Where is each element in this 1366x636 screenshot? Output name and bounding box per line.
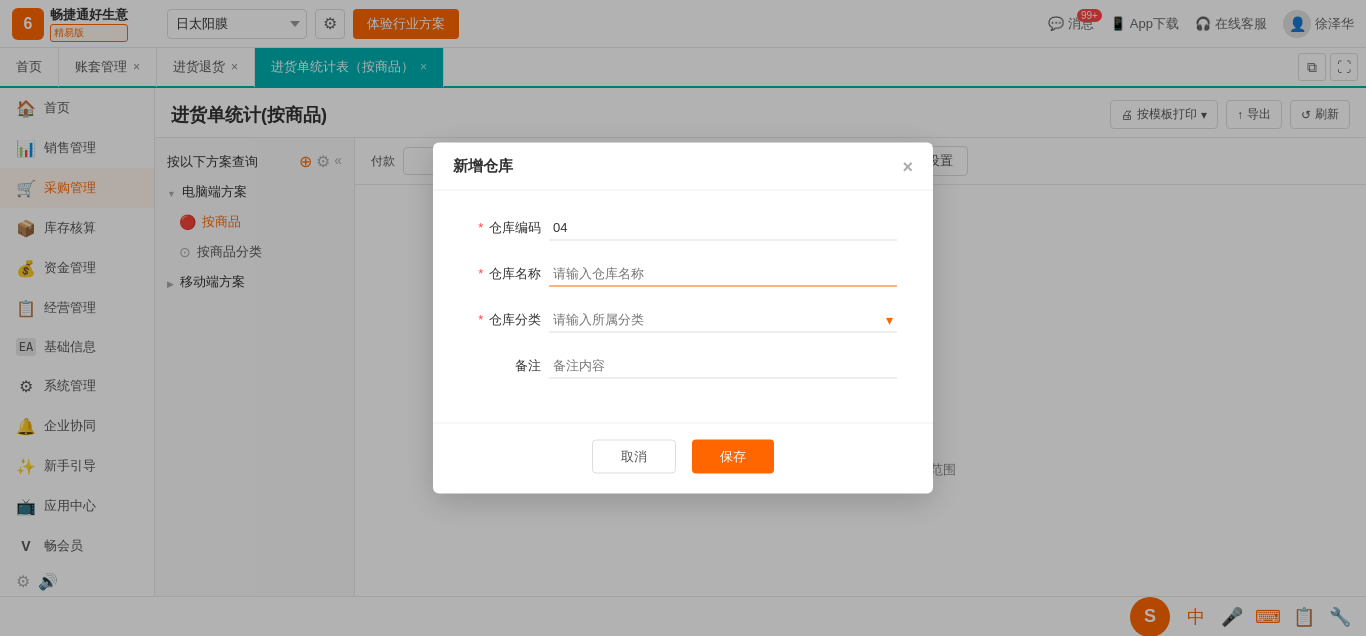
modal-header: 新增仓库 × <box>433 143 933 191</box>
form-row-code: * 仓库编码 <box>469 215 897 241</box>
category-select-wrapper: ▾ <box>549 307 897 333</box>
category-label: * 仓库分类 <box>469 311 549 329</box>
remark-label: 备注 <box>469 357 549 375</box>
code-required-mark: * <box>478 220 483 235</box>
code-label: * 仓库编码 <box>469 219 549 237</box>
category-select-input[interactable] <box>549 307 897 332</box>
warehouse-code-input[interactable] <box>549 215 897 241</box>
warehouse-name-input[interactable] <box>549 261 897 287</box>
modal-body: * 仓库编码 * 仓库名称 * 仓库分类 ▾ 备注 <box>433 191 933 423</box>
form-row-remark: 备注 <box>469 353 897 379</box>
save-button[interactable]: 保存 <box>692 440 774 474</box>
form-row-category: * 仓库分类 ▾ <box>469 307 897 333</box>
category-required-mark: * <box>478 312 483 327</box>
name-required-mark: * <box>478 266 483 281</box>
remark-input[interactable] <box>549 353 897 379</box>
cancel-button[interactable]: 取消 <box>592 440 676 474</box>
form-row-name: * 仓库名称 <box>469 261 897 287</box>
modal-footer: 取消 保存 <box>433 423 933 494</box>
modal-new-warehouse: 新增仓库 × * 仓库编码 * 仓库名称 * 仓库分类 <box>433 143 933 494</box>
modal-close-btn[interactable]: × <box>902 157 913 175</box>
modal-title: 新增仓库 <box>453 157 513 176</box>
name-label: * 仓库名称 <box>469 265 549 283</box>
